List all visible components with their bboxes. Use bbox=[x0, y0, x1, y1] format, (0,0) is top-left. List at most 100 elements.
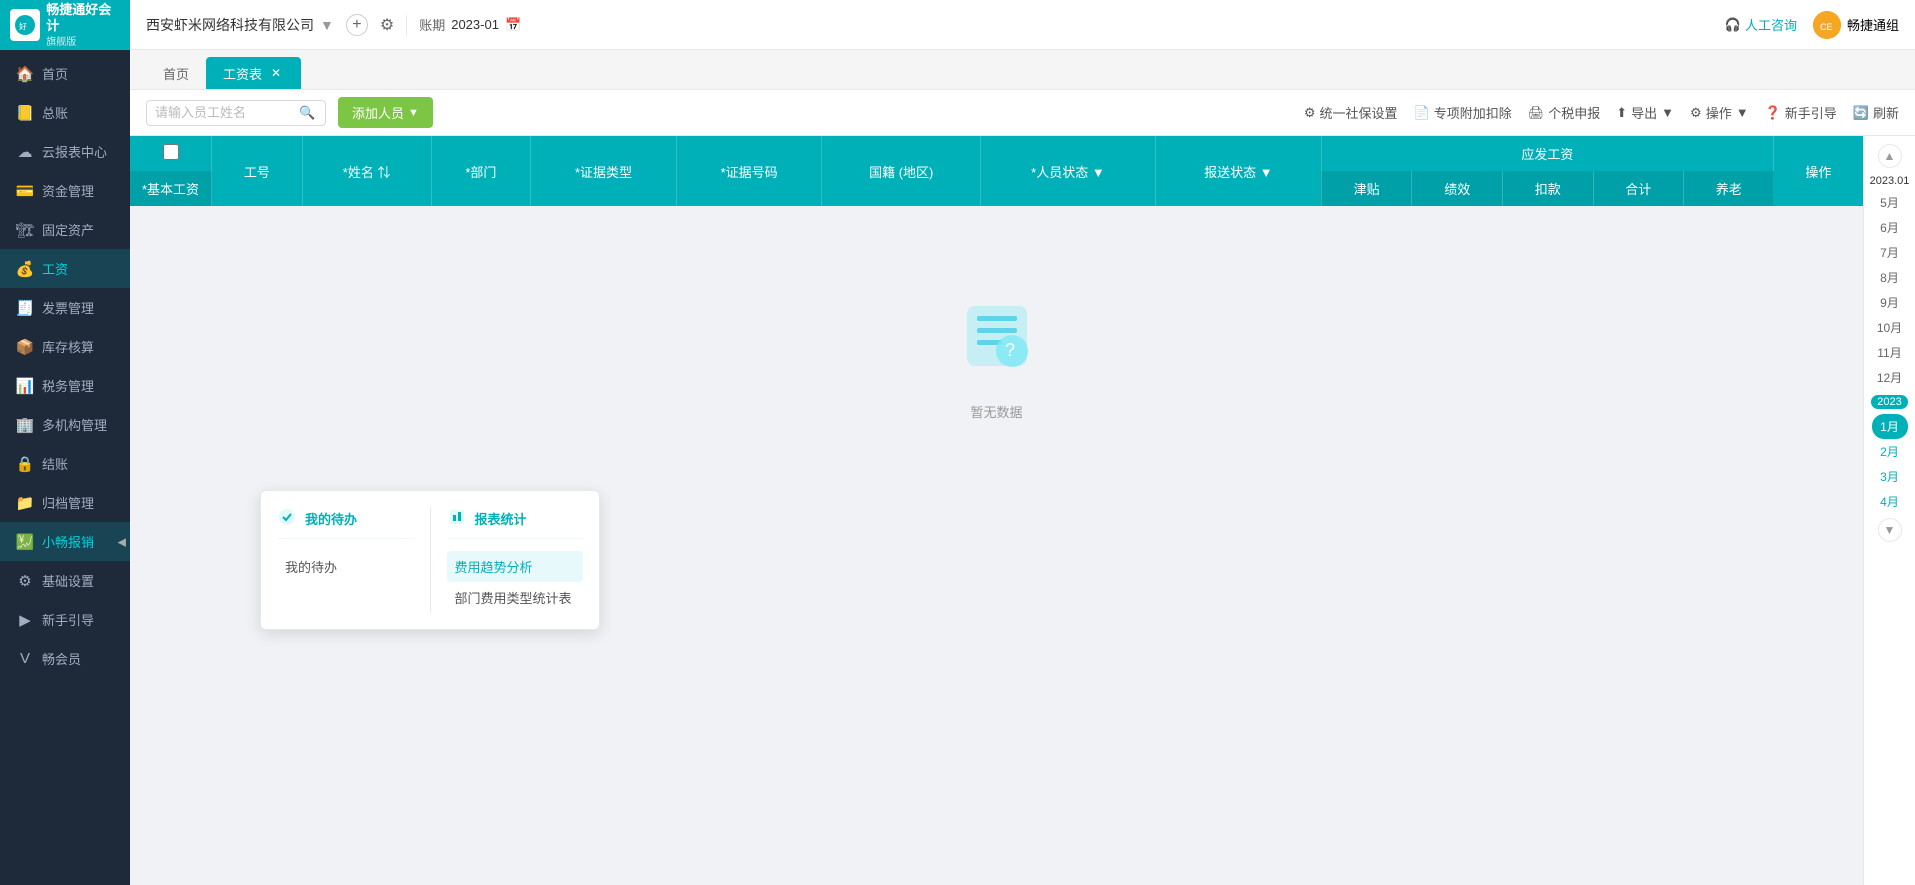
sidebar-item-guide[interactable]: ▶ 新手引导 bbox=[0, 600, 130, 639]
sidebar-item-archive-label: 归档管理 bbox=[42, 493, 94, 512]
select-all-checkbox[interactable] bbox=[163, 144, 179, 160]
archive-icon: 📁 bbox=[16, 494, 34, 512]
headset-icon: 🎧 bbox=[1725, 17, 1741, 33]
sidebar-nav: 🏠 首页 📒 总账 ☁ 云报表中心 💳 资金管理 🏗 固定资产 💰 工资 bbox=[0, 50, 130, 885]
timeline-month-1[interactable]: 1月 bbox=[1872, 414, 1908, 439]
timeline-month-8[interactable]: 8月 bbox=[1864, 265, 1915, 290]
sidebar-item-salary[interactable]: 💰 工资 bbox=[0, 249, 130, 288]
xiaochang-icon: 💹 bbox=[16, 533, 34, 551]
period-display: 账期 2023-01 📅 bbox=[419, 15, 521, 34]
sidebar-item-multi-label: 多机构管理 bbox=[42, 415, 107, 434]
sidebar: 好 畅捷通好会计 旗舰版 🏠 首页 📒 总账 ☁ 云报表中心 💳 资金管理 bbox=[0, 0, 130, 885]
tax-icon: 📊 bbox=[16, 377, 34, 395]
sidebar-item-invoice-label: 发票管理 bbox=[42, 298, 94, 317]
deduction-action[interactable]: 📄 专项附加扣除 bbox=[1414, 103, 1512, 122]
sidebar-item-fund[interactable]: 💳 资金管理 bbox=[0, 171, 130, 210]
sidebar-item-close[interactable]: 🔒 结账 bbox=[0, 444, 130, 483]
sidebar-item-tax[interactable]: 📊 税务管理 bbox=[0, 366, 130, 405]
guide-icon: ▶ bbox=[16, 611, 34, 629]
tab-home[interactable]: 首页 bbox=[146, 57, 206, 89]
invoice-icon: 🧾 bbox=[16, 299, 34, 317]
empty-icon: ? bbox=[947, 286, 1047, 386]
calendar-icon[interactable]: 📅 bbox=[505, 17, 521, 33]
sidebar-item-xiaochang[interactable]: 💹 小畅报销 ◀ bbox=[0, 522, 130, 561]
timeline-month-7[interactable]: 7月 bbox=[1864, 240, 1915, 265]
timeline-month-4[interactable]: 4月 bbox=[1864, 489, 1915, 514]
timeline-month-6[interactable]: 6月 bbox=[1864, 215, 1915, 240]
popup-divider bbox=[430, 507, 431, 613]
sidebar-item-inventory-label: 库存核算 bbox=[42, 337, 94, 356]
settings-button[interactable]: ⚙ bbox=[380, 15, 394, 35]
popup-section1-title: 我的待办 bbox=[305, 509, 357, 528]
todo-icon bbox=[277, 507, 297, 530]
multi-icon: 🏢 bbox=[16, 416, 34, 434]
sidebar-item-member-label: 畅会员 bbox=[42, 649, 81, 668]
search-input[interactable] bbox=[155, 105, 295, 120]
tab-salary[interactable]: 工资表 ✕ bbox=[206, 57, 301, 89]
timeline-prev-button[interactable]: ▲ bbox=[1878, 144, 1902, 168]
social-security-action[interactable]: ⚙ 统一社保设置 bbox=[1304, 103, 1398, 122]
toolbar: 🔍 添加人员 ▼ ⚙ 统一社保设置 📄 专项附加扣除 bbox=[130, 90, 1915, 136]
sidebar-item-xiaochang-label: 小畅报销 bbox=[42, 532, 94, 551]
th-dept: *部门 bbox=[431, 136, 531, 206]
topbar: 西安虾米网络科技有限公司 ▼ + ⚙ 账期 2023-01 📅 🎧 人工咨询 bbox=[130, 0, 1915, 50]
th-cert-type: *证据类型 bbox=[531, 136, 677, 206]
sidebar-item-assets[interactable]: 🏗 固定资产 bbox=[0, 210, 130, 249]
sidebar-item-member[interactable]: V 畅会员 bbox=[0, 639, 130, 678]
th-employee-id: 工号 bbox=[212, 136, 303, 206]
period-label: 账期 bbox=[419, 15, 445, 34]
new-guide-action[interactable]: ❓ 新手引导 bbox=[1765, 103, 1837, 122]
refresh-action[interactable]: 🔄 刷新 bbox=[1853, 103, 1899, 122]
user-menu[interactable]: CE 畅捷通组 bbox=[1813, 11, 1899, 39]
sidebar-item-cloud[interactable]: ☁ 云报表中心 bbox=[0, 132, 130, 171]
sidebar-item-inventory[interactable]: 📦 库存核算 bbox=[0, 327, 130, 366]
popup-body: 我的待办 我的待办 报表统计 费用趋势 bbox=[277, 507, 583, 613]
th-operation: 操作 bbox=[1773, 136, 1863, 206]
company-selector[interactable]: 西安虾米网络科技有限公司 ▼ bbox=[146, 15, 334, 35]
topbar-divider bbox=[406, 15, 407, 35]
popup-item-my-todo[interactable]: 我的待办 bbox=[277, 551, 414, 582]
sidebar-item-ledger[interactable]: 📒 总账 bbox=[0, 93, 130, 132]
sidebar-item-multi[interactable]: 🏢 多机构管理 bbox=[0, 405, 130, 444]
timeline-month-10[interactable]: 10月 bbox=[1864, 315, 1915, 340]
deduction-label: 专项附加扣除 bbox=[1434, 103, 1512, 122]
tab-home-label: 首页 bbox=[163, 64, 189, 83]
popup-item-dept-cost[interactable]: 部门费用类型统计表 bbox=[447, 582, 584, 613]
help-button[interactable]: 🎧 人工咨询 bbox=[1725, 15, 1797, 34]
add-company-button[interactable]: + bbox=[346, 14, 368, 36]
export-action[interactable]: ⬆ 导出 ▼ bbox=[1616, 103, 1674, 122]
fund-icon: 💳 bbox=[16, 182, 34, 200]
timeline-month-3[interactable]: 3月 bbox=[1864, 464, 1915, 489]
sidebar-item-ledger-label: 总账 bbox=[42, 103, 68, 122]
assets-icon: 🏗 bbox=[16, 221, 34, 239]
th-allowance: 津贴 bbox=[1321, 171, 1412, 206]
operation-action[interactable]: ⚙ 操作 ▼ bbox=[1690, 103, 1749, 122]
social-icon: ⚙ bbox=[1304, 105, 1316, 121]
svg-text:好: 好 bbox=[19, 21, 27, 31]
tab-salary-close[interactable]: ✕ bbox=[268, 65, 284, 81]
timeline-next-button[interactable]: ▼ bbox=[1878, 518, 1902, 542]
table-header-row1: 工号 *姓名 ⇅ *部门 *证据类型 *证据号码 国籍 (地区) *人员状态 ▼… bbox=[130, 136, 1863, 171]
th-checkbox[interactable] bbox=[130, 136, 212, 171]
popup-overlay: 我的待办 我的待办 报表统计 费用趋势 bbox=[260, 490, 600, 630]
timeline-month-5[interactable]: 5月 bbox=[1864, 190, 1915, 215]
sidebar-item-basic[interactable]: ⚙ 基础设置 bbox=[0, 561, 130, 600]
svg-text:CE: CE bbox=[1820, 22, 1833, 32]
th-personnel-status: *人员状态 ▼ bbox=[980, 136, 1155, 206]
timeline-month-11[interactable]: 11月 bbox=[1864, 340, 1915, 365]
add-person-button[interactable]: 添加人员 ▼ bbox=[338, 97, 433, 128]
current-year-badge: 2023 bbox=[1871, 395, 1907, 409]
new-guide-label: 新手引导 bbox=[1785, 103, 1837, 122]
sidebar-item-invoice[interactable]: 🧾 发票管理 bbox=[0, 288, 130, 327]
sidebar-item-tax-label: 税务管理 bbox=[42, 376, 94, 395]
tax-report-action[interactable]: 🖨 个税申报 bbox=[1528, 103, 1601, 122]
sidebar-item-home[interactable]: 🏠 首页 bbox=[0, 54, 130, 93]
sidebar-item-archive[interactable]: 📁 归档管理 bbox=[0, 483, 130, 522]
timeline-month-9[interactable]: 9月 bbox=[1864, 290, 1915, 315]
timeline-month-12[interactable]: 12月 bbox=[1864, 365, 1915, 390]
inventory-icon: 📦 bbox=[16, 338, 34, 356]
popup-item-cost-trend[interactable]: 费用趋势分析 bbox=[447, 551, 584, 582]
sidebar-item-fund-label: 资金管理 bbox=[42, 181, 94, 200]
search-box[interactable]: 🔍 bbox=[146, 100, 326, 126]
timeline-month-2[interactable]: 2月 bbox=[1864, 439, 1915, 464]
